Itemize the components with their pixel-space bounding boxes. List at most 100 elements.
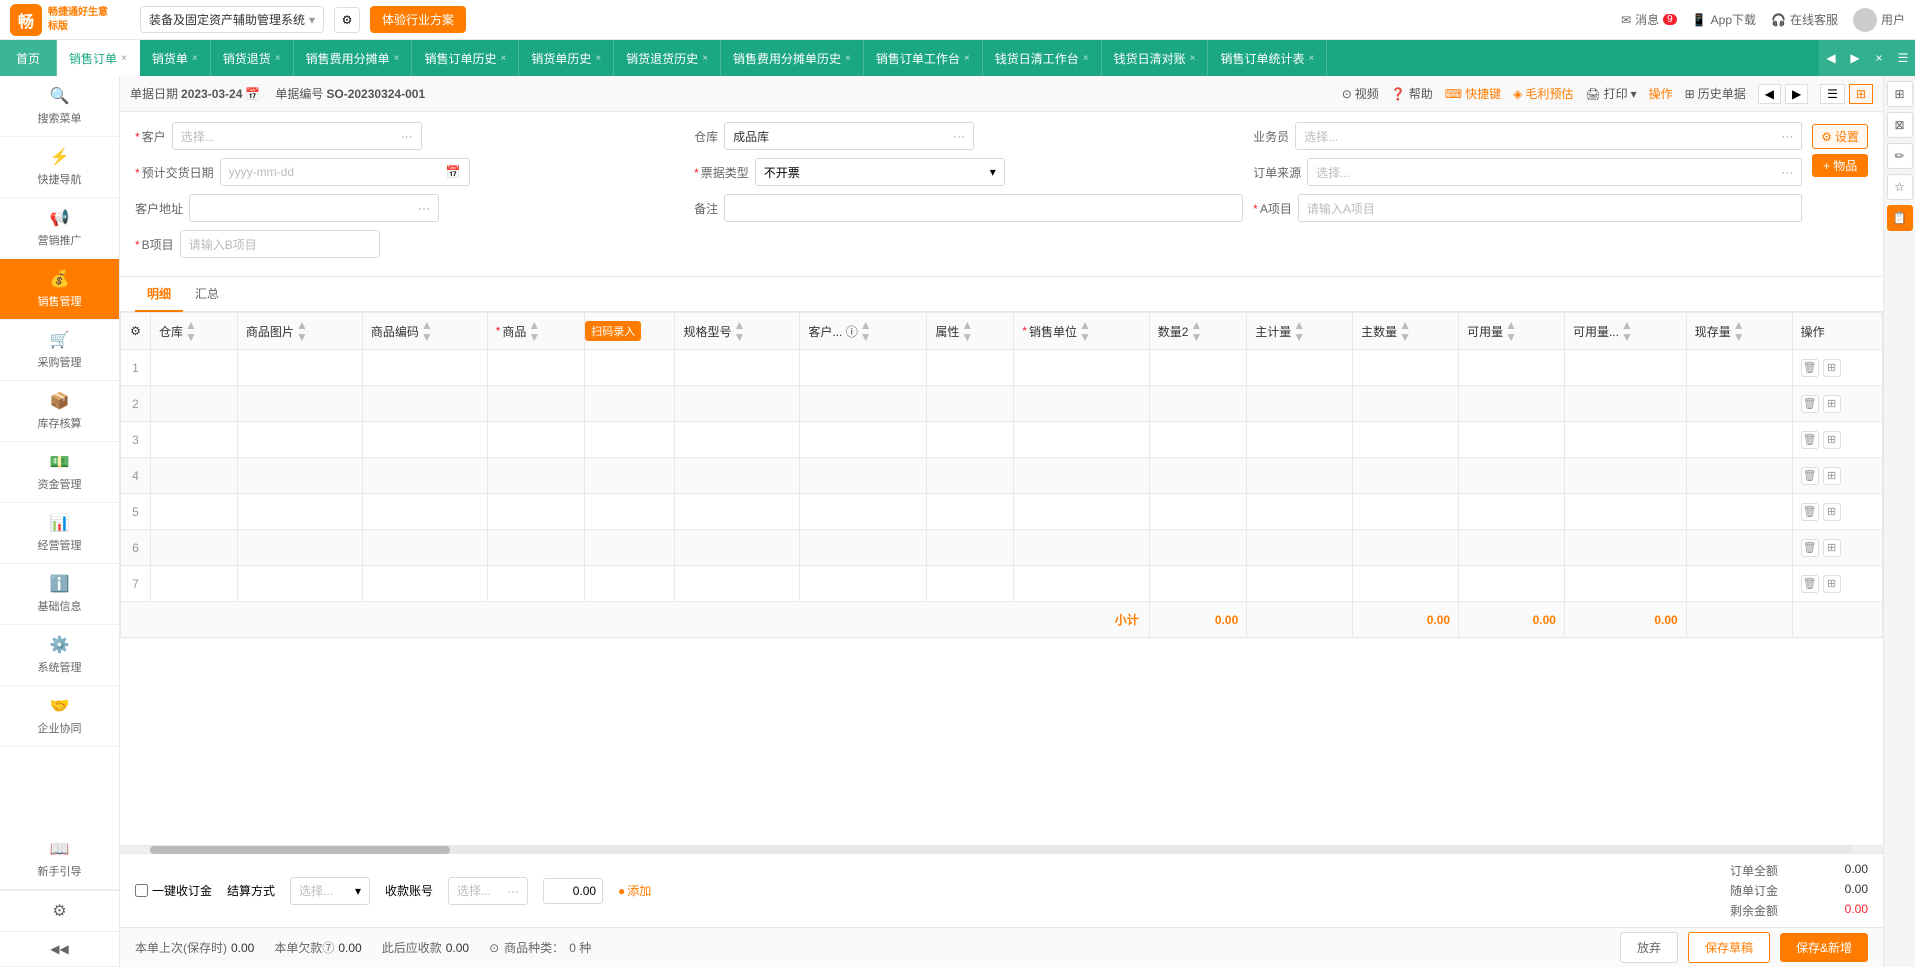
settings-button[interactable]: ⚙ 设置 xyxy=(1812,124,1868,149)
row-name-2[interactable] xyxy=(487,386,584,422)
row-stock-6[interactable] xyxy=(1686,530,1792,566)
row-image-6[interactable] xyxy=(237,530,362,566)
toolbar-view[interactable]: ⊙ 视频 xyxy=(1342,85,1379,102)
tab-sales-workbench[interactable]: 销售订单工作台 × xyxy=(864,40,983,76)
toolbar-profit[interactable]: ◈ 毛利预估 xyxy=(1513,85,1573,102)
sort-icon[interactable]: ▲▼ xyxy=(1190,319,1202,343)
row-main-qty-2[interactable] xyxy=(1353,386,1459,422)
sidebar-item-system[interactable]: ⚙️ 系统管理 xyxy=(0,625,119,686)
row-attribute-5[interactable] xyxy=(927,494,1014,530)
row-stock-2[interactable] xyxy=(1686,386,1792,422)
row-code-1[interactable] xyxy=(362,350,487,386)
row-main-qty-3[interactable] xyxy=(1353,422,1459,458)
salesperson-input[interactable]: 选择... ··· xyxy=(1295,122,1802,150)
copy-row-icon[interactable]: ⊞ xyxy=(1823,503,1841,521)
row-image-4[interactable] xyxy=(237,458,362,494)
close-icon[interactable]: × xyxy=(394,53,400,64)
sort-icon[interactable]: ▲▼ xyxy=(185,319,197,343)
delete-row-icon[interactable]: 🗑 xyxy=(1801,467,1819,485)
row-scan-3[interactable] xyxy=(585,422,675,458)
row-attribute-2[interactable] xyxy=(927,386,1014,422)
next-record-button[interactable]: ▶ xyxy=(1785,84,1808,104)
table-area[interactable]: ⚙ 仓库▲▼ 商品图片▲▼ 商品编码▲▼ *商品▲▼ xyxy=(120,312,1883,845)
row-main-qty-4[interactable] xyxy=(1353,458,1459,494)
add-goods-button[interactable]: + 物品 xyxy=(1812,154,1868,177)
row-customer-code-1[interactable] xyxy=(800,350,927,386)
row-unit-4[interactable] xyxy=(1014,458,1149,494)
sidebar-item-basic[interactable]: ℹ️ 基础信息 xyxy=(0,564,119,625)
sidebar-item-purchase[interactable]: 🛒 采购管理 xyxy=(0,320,119,381)
row-available2-1[interactable] xyxy=(1564,350,1686,386)
tab-home[interactable]: 首页 xyxy=(0,40,57,76)
row-scan-1[interactable] xyxy=(585,350,675,386)
order-source-input[interactable]: 选择... ··· xyxy=(1307,158,1802,186)
sidebar-item-finance[interactable]: 💵 资金管理 xyxy=(0,442,119,503)
row-spec-4[interactable] xyxy=(675,458,800,494)
nav-close-button[interactable]: × xyxy=(1867,40,1891,76)
row-warehouse-3[interactable] xyxy=(151,422,238,458)
nav-menu-button[interactable]: ☰ xyxy=(1891,40,1915,76)
sort-icon[interactable]: ▲▼ xyxy=(1399,319,1411,343)
copy-row-icon[interactable]: ⊞ xyxy=(1823,359,1841,377)
tab-summary[interactable]: 汇总 xyxy=(183,277,231,312)
row-main-unit-7[interactable] xyxy=(1247,566,1353,602)
sort-icon[interactable]: ▲▼ xyxy=(1733,319,1745,343)
row-image-7[interactable] xyxy=(237,566,362,602)
row-main-qty-6[interactable] xyxy=(1353,530,1459,566)
row-available-4[interactable] xyxy=(1459,458,1565,494)
row-name-7[interactable] xyxy=(487,566,584,602)
delete-row-icon[interactable]: 🗑 xyxy=(1801,359,1819,377)
right-icon-3[interactable]: ✏ xyxy=(1887,143,1913,169)
row-unit-1[interactable] xyxy=(1014,350,1149,386)
row-code-4[interactable] xyxy=(362,458,487,494)
invoice-select[interactable]: 不开票 ▾ xyxy=(755,158,1005,186)
row-unit-5[interactable] xyxy=(1014,494,1149,530)
messages-item[interactable]: ✉ 消息 9 xyxy=(1621,11,1677,28)
row-attribute-4[interactable] xyxy=(927,458,1014,494)
copy-row-icon[interactable]: ⊞ xyxy=(1823,467,1841,485)
grid-view-button[interactable]: ⊞ xyxy=(1849,84,1873,104)
close-icon[interactable]: × xyxy=(595,53,601,64)
right-icon-5[interactable]: 📋 xyxy=(1887,205,1913,231)
row-scan-2[interactable] xyxy=(585,386,675,422)
row-available-2[interactable] xyxy=(1459,386,1565,422)
row-available2-4[interactable] xyxy=(1564,458,1686,494)
row-stock-5[interactable] xyxy=(1686,494,1792,530)
row-image-5[interactable] xyxy=(237,494,362,530)
row-main-unit-4[interactable] xyxy=(1247,458,1353,494)
sidebar-item-inventory[interactable]: 📦 库存核算 xyxy=(0,381,119,442)
close-icon[interactable]: × xyxy=(1083,53,1089,64)
settings-icon[interactable]: ⚙ xyxy=(334,7,360,33)
sidebar-item-sales[interactable]: 💰 销售管理 xyxy=(0,259,119,320)
row-qty2-3[interactable] xyxy=(1149,422,1246,458)
tab-expense-history[interactable]: 销售费用分摊单历史 × xyxy=(721,40,864,76)
row-main-unit-6[interactable] xyxy=(1247,530,1353,566)
row-scan-6[interactable] xyxy=(585,530,675,566)
row-unit-7[interactable] xyxy=(1014,566,1149,602)
row-unit-6[interactable] xyxy=(1014,530,1149,566)
sidebar-item-search[interactable]: 🔍 搜索菜单 xyxy=(0,76,119,137)
row-warehouse-2[interactable] xyxy=(151,386,238,422)
sort-icon[interactable]: ▲▼ xyxy=(1293,319,1305,343)
row-unit-2[interactable] xyxy=(1014,386,1149,422)
tab-daily-workbench[interactable]: 钱货日清工作台 × xyxy=(983,40,1102,76)
scan-button[interactable]: 扫码录入 xyxy=(585,321,641,341)
delete-row-icon[interactable]: 🗑 xyxy=(1801,503,1819,521)
add-item-button[interactable]: ● 添加 xyxy=(618,882,651,899)
row-main-unit-1[interactable] xyxy=(1247,350,1353,386)
toolbar-history[interactable]: ⊞ 历史单据 xyxy=(1685,85,1746,102)
prev-record-button[interactable]: ◀ xyxy=(1758,84,1781,104)
row-customer-code-2[interactable] xyxy=(800,386,927,422)
sort-icon[interactable]: ▲▼ xyxy=(1505,319,1517,343)
gear-icon[interactable]: ⚙ xyxy=(130,324,141,338)
row-code-6[interactable] xyxy=(362,530,487,566)
row-available2-3[interactable] xyxy=(1564,422,1686,458)
delete-row-icon[interactable]: 🗑 xyxy=(1801,431,1819,449)
warehouse-input[interactable]: 成品库 ··· xyxy=(724,122,974,150)
row-stock-3[interactable] xyxy=(1686,422,1792,458)
row-main-qty-5[interactable] xyxy=(1353,494,1459,530)
row-name-1[interactable] xyxy=(487,350,584,386)
row-attribute-1[interactable] xyxy=(927,350,1014,386)
row-available2-2[interactable] xyxy=(1564,386,1686,422)
row-image-1[interactable] xyxy=(237,350,362,386)
